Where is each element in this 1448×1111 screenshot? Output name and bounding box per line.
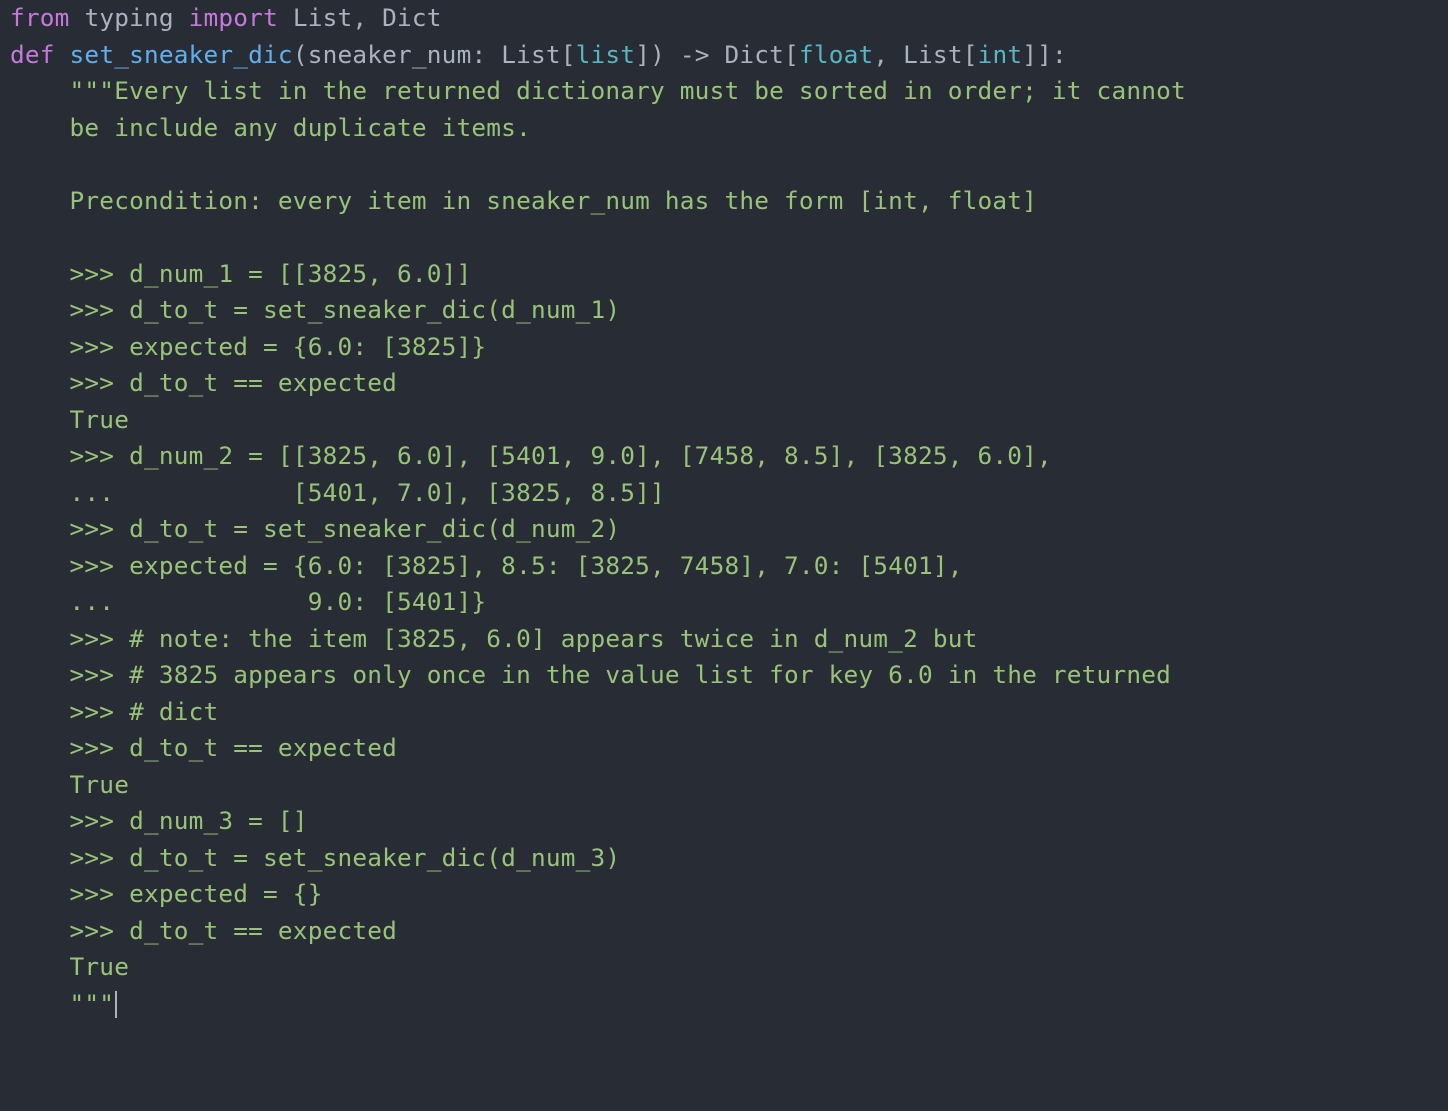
docstring-line: """ — [10, 989, 114, 1018]
docstring-line: >>> expected = {6.0: [3825], 8.5: [3825,… — [10, 551, 963, 580]
docstring-line: >>> d_to_t == expected — [10, 916, 397, 945]
docstring-line: Precondition: every item in sneaker_num … — [10, 186, 1037, 215]
keyword-from: from — [10, 3, 70, 32]
docstring-line: >>> # dict — [10, 697, 218, 726]
docstring-line: >>> d_num_1 = [[3825, 6.0]] — [10, 259, 471, 288]
docstring-line: be include any duplicate items. — [10, 113, 531, 142]
docstring-line: >>> # note: the item [3825, 6.0] appears… — [10, 624, 978, 653]
docstring-line: ... 9.0: [5401]} — [10, 587, 486, 616]
docstring-line: >>> d_to_t = set_sneaker_dic(d_num_2) — [10, 514, 620, 543]
docstring-line: >>> d_to_t == expected — [10, 368, 397, 397]
docstring-line: >>> expected = {6.0: [3825]} — [10, 332, 486, 361]
keyword-import: import — [189, 3, 278, 32]
docstring-line: >>> d_num_2 = [[3825, 6.0], [5401, 9.0],… — [10, 441, 1052, 470]
function-name: set_sneaker_dic — [70, 40, 293, 69]
signature: , List[ — [873, 40, 977, 69]
docstring-line: True — [10, 770, 129, 799]
signature: ) -> Dict[ — [650, 40, 799, 69]
type-list: list — [576, 40, 636, 69]
keyword-def: def — [10, 40, 55, 69]
docstring-line: >>> d_to_t = set_sneaker_dic(d_num_3) — [10, 843, 620, 872]
paren: ( — [293, 40, 308, 69]
type-int: int — [978, 40, 1023, 69]
code-editor[interactable]: from typing import List, Dict def set_sn… — [0, 0, 1448, 1022]
text-cursor — [115, 991, 117, 1018]
module-name: typing — [84, 3, 173, 32]
docstring-line: """Every list in the returned dictionary… — [10, 76, 1186, 105]
docstring-line: >>> expected = {} — [10, 879, 323, 908]
param: sneaker_num: List — [308, 40, 561, 69]
docstring-line: >>> d_num_3 = [] — [10, 806, 308, 835]
docstring-line: >>> d_to_t = set_sneaker_dic(d_num_1) — [10, 295, 620, 324]
type-float: float — [799, 40, 873, 69]
docstring-line: ... [5401, 7.0], [3825, 8.5]] — [10, 478, 665, 507]
docstring-line: >>> # 3825 appears only once in the valu… — [10, 660, 1171, 689]
signature: ]]: — [1022, 40, 1067, 69]
docstring-line: True — [10, 405, 129, 434]
docstring-line: >>> d_to_t == expected — [10, 733, 397, 762]
import-names: List, Dict — [293, 3, 442, 32]
bracket: [ — [561, 40, 576, 69]
bracket: ] — [635, 40, 650, 69]
docstring-line: True — [10, 952, 129, 981]
